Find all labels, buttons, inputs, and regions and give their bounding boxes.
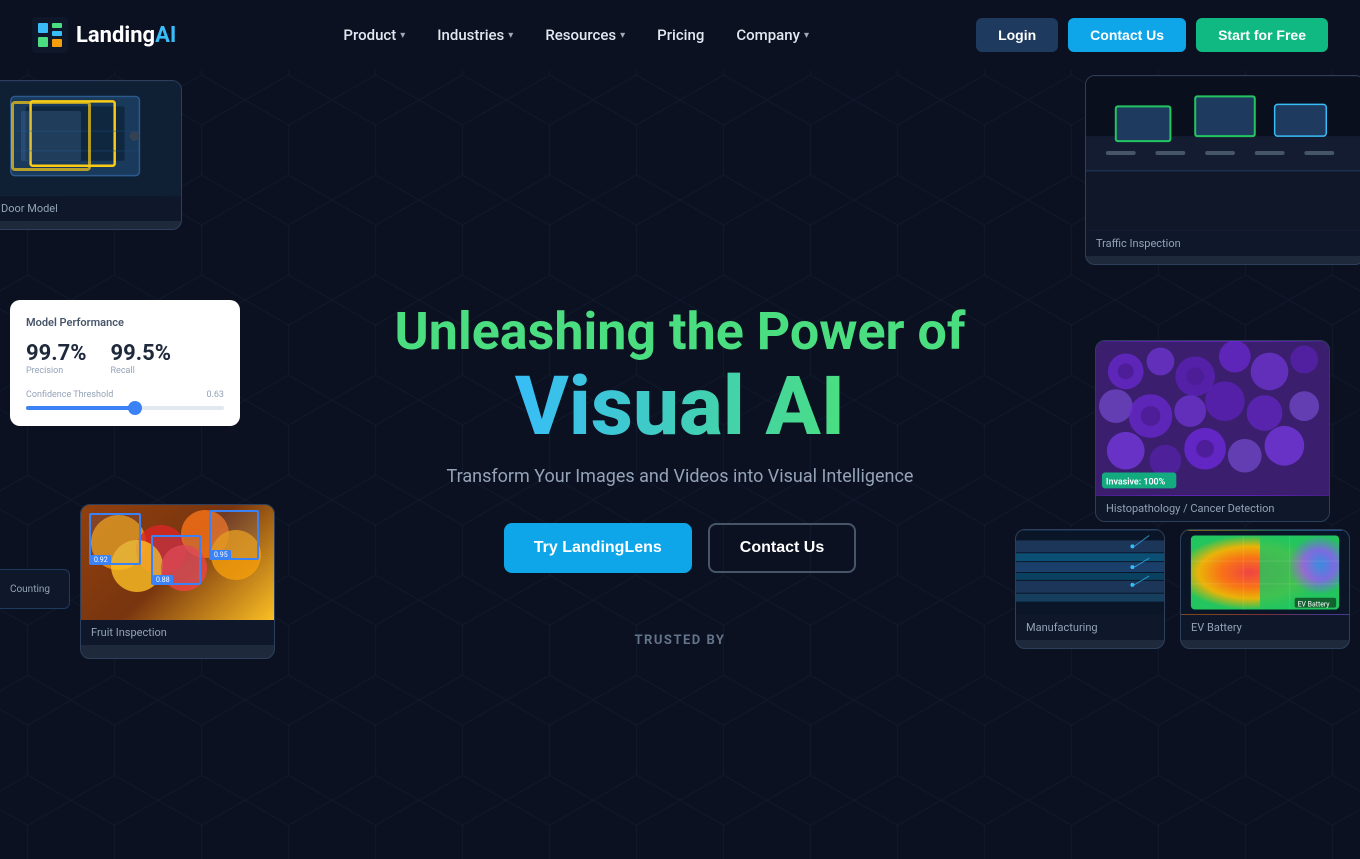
- nav-product[interactable]: Product ▾: [329, 18, 419, 52]
- hero-title-line2: Visual AI: [515, 359, 845, 455]
- chevron-down-icon: ▾: [400, 30, 405, 41]
- try-landinglens-button[interactable]: Try LandingLens: [504, 523, 692, 573]
- hero-cta-group: Try LandingLens Contact Us: [504, 523, 856, 573]
- nav-industries[interactable]: Industries ▾: [423, 18, 527, 52]
- contact-us-hero-button[interactable]: Contact Us: [708, 523, 856, 573]
- chevron-down-icon: ▾: [620, 30, 625, 41]
- nav-company[interactable]: Company ▾: [722, 18, 823, 52]
- logo[interactable]: LandingAI: [32, 17, 176, 53]
- logo-icon: [32, 17, 68, 53]
- nav-links: Product ▾ Industries ▾ Resources ▾ Prici…: [329, 18, 823, 52]
- chevron-down-icon: ▾: [508, 30, 513, 41]
- trusted-by-label: TRUSTED BY: [634, 633, 725, 648]
- login-button[interactable]: Login: [976, 18, 1058, 52]
- contact-us-nav-button[interactable]: Contact Us: [1068, 18, 1186, 52]
- hero-section: Unleashing the Power of Visual AI Transf…: [0, 70, 1360, 859]
- nav-resources[interactable]: Resources ▾: [531, 18, 639, 52]
- hero-title-line1: Unleashing the Power of: [395, 301, 966, 362]
- nav-actions: Login Contact Us Start for Free: [976, 18, 1328, 52]
- navbar: LandingAI Product ▾ Industries ▾ Resourc…: [0, 0, 1360, 70]
- chevron-down-icon: ▾: [804, 30, 809, 41]
- hero-subtitle: Transform Your Images and Videos into Vi…: [447, 466, 914, 487]
- logo-text: LandingAI: [76, 23, 176, 48]
- nav-pricing[interactable]: Pricing: [643, 18, 718, 52]
- start-free-button[interactable]: Start for Free: [1196, 18, 1328, 52]
